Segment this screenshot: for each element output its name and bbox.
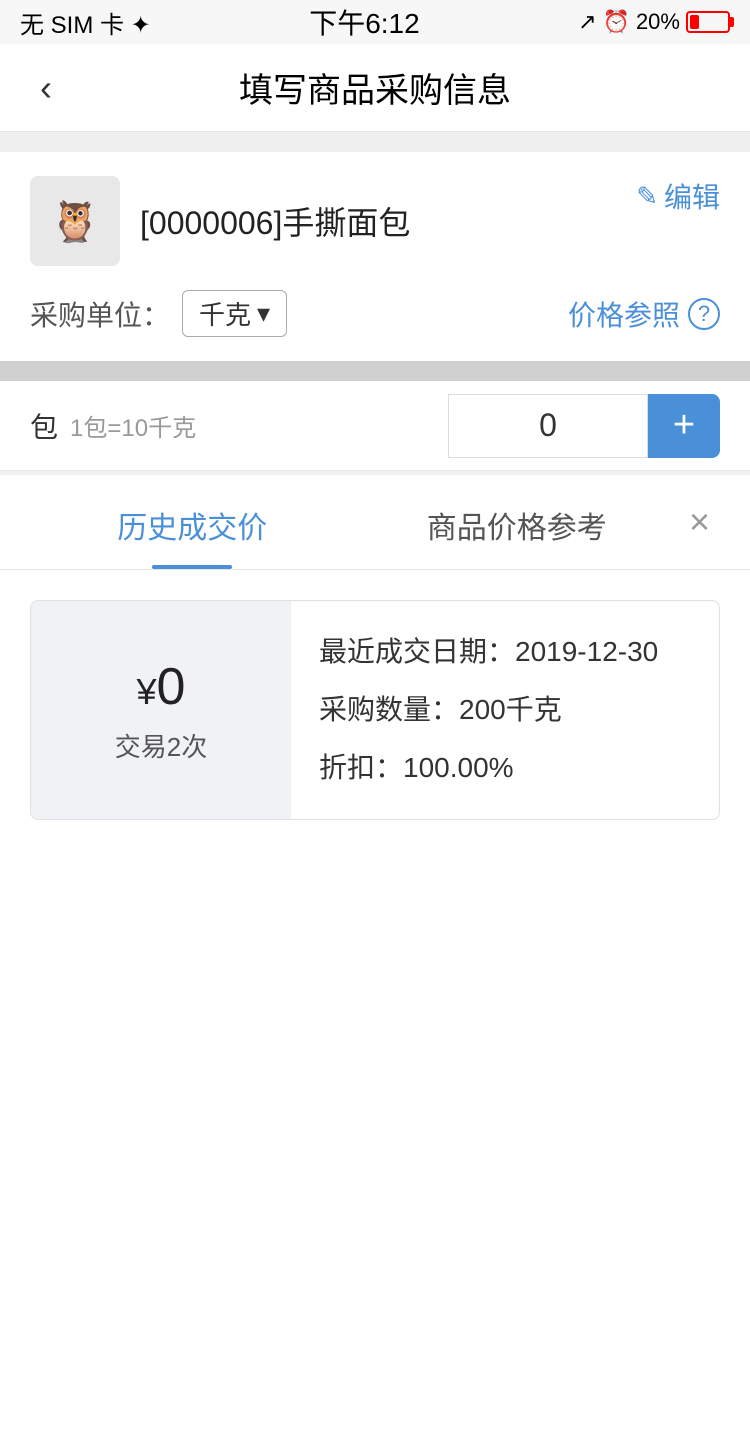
discount-label: 折扣： xyxy=(319,752,403,783)
history-price-value: ¥0 xyxy=(137,657,186,717)
tabs-header: 历史成交价 商品价格参考 × xyxy=(0,475,750,570)
sim-status: 无 SIM 卡 ✦ xyxy=(20,5,151,40)
product-top-row: 🦉 [0000006]手撕面包 ✎ 编辑 xyxy=(30,176,720,266)
history-card: ¥0 交易2次 最近成交日期：2019-12-30 采购数量：200千克 折扣：… xyxy=(30,600,720,820)
product-info: 🦉 [0000006]手撕面包 xyxy=(30,176,410,266)
unit-label: 采购单位： xyxy=(30,294,170,334)
unit-dropdown-icon: ▾ xyxy=(257,298,270,329)
quantity-row: 包 1包=10千克 0 + xyxy=(0,381,750,471)
product-image: 🦉 xyxy=(30,176,120,266)
page-title: 填写商品采购信息 xyxy=(239,63,511,112)
trade-date-row: 最近成交日期：2019-12-30 xyxy=(319,631,691,673)
trade-count: 交易2次 xyxy=(115,727,207,764)
price-number: 0 xyxy=(157,658,186,716)
history-details: 最近成交日期：2019-12-30 采购数量：200千克 折扣：100.00% xyxy=(291,601,719,819)
unit-value: 千克 xyxy=(199,295,251,332)
quantity-label: 包 1包=10千克 xyxy=(30,406,196,446)
status-left: 无 SIM 卡 ✦ xyxy=(20,5,151,40)
qty-value: 200千克 xyxy=(459,694,562,725)
unit-conversion-text: 1包=10千克 xyxy=(70,408,196,443)
product-card: 🦉 [0000006]手撕面包 ✎ 编辑 采购单位： 千克 ▾ 价格参照 ? xyxy=(0,152,750,361)
status-time: 下午6:12 xyxy=(309,2,420,42)
history-content: ¥0 交易2次 最近成交日期：2019-12-30 采购数量：200千克 折扣：… xyxy=(0,570,750,850)
edit-icon: ✎ xyxy=(636,181,658,212)
unit-name: 包 xyxy=(30,406,58,446)
battery-percent: 20% xyxy=(636,9,680,35)
price-reference-button[interactable]: 价格参照 ? xyxy=(568,294,720,334)
plus-button[interactable]: + xyxy=(648,394,720,458)
price-ref-label: 价格参照 xyxy=(568,294,680,334)
product-logo-icon: 🦉 xyxy=(50,198,100,245)
discount-value: 100.00% xyxy=(403,752,514,783)
status-right: ↗ ⏰ 20% xyxy=(578,9,730,35)
battery-icon xyxy=(686,11,730,33)
purchase-qty-row: 采购数量：200千克 xyxy=(319,689,691,731)
tab-history-price[interactable]: 历史成交价 xyxy=(30,475,354,569)
bottom-area xyxy=(0,850,750,1450)
history-price-summary: ¥0 交易2次 xyxy=(31,601,291,819)
close-button[interactable]: × xyxy=(679,491,720,553)
date-value: 2019-12-30 xyxy=(515,636,658,667)
location-icon: ↗ xyxy=(578,9,596,35)
unit-section: 采购单位： 千克 ▾ xyxy=(30,290,287,337)
quantity-controls: 0 + xyxy=(448,394,720,458)
edit-button[interactable]: ✎ 编辑 xyxy=(636,176,720,216)
divider xyxy=(0,361,750,381)
product-bottom-row: 采购单位： 千克 ▾ 价格参照 ? xyxy=(30,290,720,337)
discount-row: 折扣：100.00% xyxy=(319,747,691,789)
edit-label: 编辑 xyxy=(664,176,720,216)
product-name: [0000006]手撕面包 xyxy=(140,198,410,244)
alarm-icon: ⏰ xyxy=(603,9,630,35)
status-bar: 无 SIM 卡 ✦ 下午6:12 ↗ ⏰ 20% xyxy=(0,0,750,44)
unit-selector[interactable]: 千克 ▾ xyxy=(182,290,287,337)
date-label: 最近成交日期： xyxy=(319,636,515,667)
qty-label: 采购数量： xyxy=(319,694,459,725)
help-icon: ? xyxy=(688,298,720,330)
tab-product-price-ref[interactable]: 商品价格参考 xyxy=(354,475,678,569)
currency-symbol: ¥ xyxy=(137,671,157,712)
quantity-input[interactable]: 0 xyxy=(448,394,648,458)
tabs-section: 历史成交价 商品价格参考 × ¥0 交易2次 最近成交日期：2019-12-30… xyxy=(0,475,750,850)
header: ‹ 填写商品采购信息 xyxy=(0,44,750,132)
back-button[interactable]: ‹ xyxy=(30,57,62,119)
